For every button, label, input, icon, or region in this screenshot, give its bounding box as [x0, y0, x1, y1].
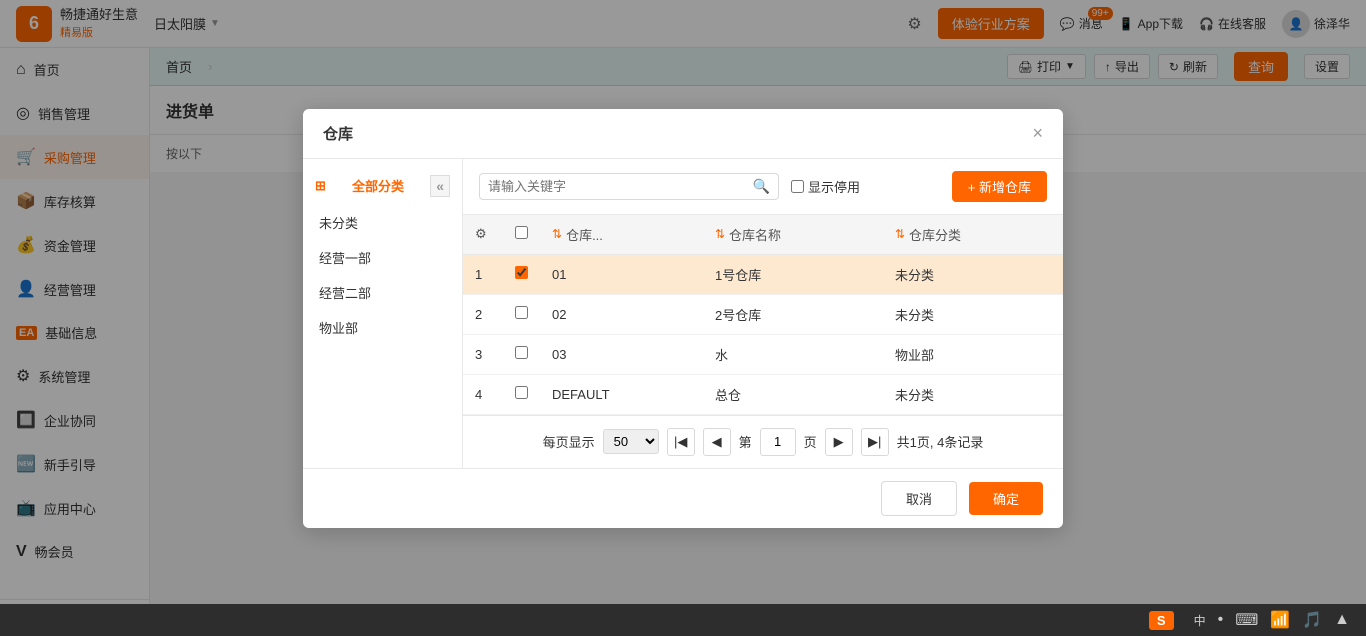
cell-checkbox-1[interactable] [503, 294, 540, 334]
modal-body: ⊞ 全部分类 « 未分类 经营一部 经营二部 物业部 [303, 159, 1063, 468]
sort-icon-name: ⇅ [715, 227, 725, 241]
cell-no-0: 1 [463, 254, 503, 294]
cell-code-0: 01 [540, 254, 703, 294]
category-item-3[interactable]: 物业部 [303, 310, 462, 345]
taskbar: S 中 • ⌨ 📶 🎵 ▲ [0, 604, 1366, 636]
page-label-pre: 第 [739, 432, 752, 451]
cell-name-0: 1号仓库 [703, 254, 883, 294]
cell-name-3: 总仓 [703, 374, 883, 414]
category-item-1[interactable]: 经营一部 [303, 240, 462, 275]
sort-icon-category: ⇅ [895, 227, 905, 241]
cell-checkbox-3[interactable] [503, 374, 540, 414]
show-disabled-text: 显示停用 [808, 177, 860, 196]
confirm-button[interactable]: 确定 [969, 482, 1043, 515]
search-input[interactable] [488, 179, 747, 194]
table-row[interactable]: 3 03 水 物业部 [463, 334, 1063, 374]
page-last-button[interactable]: ▶| [861, 428, 889, 456]
category-grid-icon: ⊞ [315, 178, 326, 194]
category-all-header[interactable]: ⊞ 全部分类 « [303, 167, 462, 205]
pagination: 每页显示 50 100 200 |◀ ◀ 第 页 ▶ ▶| 共1页, 4条记录 [463, 415, 1063, 468]
page-first-button[interactable]: |◀ [667, 428, 695, 456]
warehouse-table: ⚙ ⇅ 仓库... [463, 215, 1063, 415]
warehouse-modal: 仓库 × ⊞ 全部分类 « 未分类 经营一部 经营二部 [303, 109, 1063, 528]
cell-category-2: 物业部 [883, 334, 1063, 374]
cat-label-0: 未分类 [319, 216, 358, 231]
taskbar-lang[interactable]: 中 [1194, 612, 1206, 629]
category-item-2[interactable]: 经营二部 [303, 275, 462, 310]
cell-code-3: DEFAULT [540, 374, 703, 414]
cell-name-1: 2号仓库 [703, 294, 883, 334]
cell-code-2: 03 [540, 334, 703, 374]
cell-no-1: 2 [463, 294, 503, 334]
modal-close-icon[interactable]: × [1032, 123, 1043, 144]
select-all-checkbox[interactable] [515, 226, 528, 239]
sort-icon-code: ⇅ [552, 227, 562, 241]
table-wrap: ⚙ ⇅ 仓库... [463, 215, 1063, 415]
taskbar-dot-icon: • [1218, 611, 1224, 629]
category-panel: ⊞ 全部分类 « 未分类 经营一部 经营二部 物业部 [303, 159, 463, 468]
cat-label-2: 经营二部 [319, 286, 371, 301]
th-code[interactable]: ⇅ 仓库... [540, 215, 703, 255]
cell-category-1: 未分类 [883, 294, 1063, 334]
table-row[interactable]: 4 DEFAULT 总仓 未分类 [463, 374, 1063, 414]
modal-overlay[interactable]: 仓库 × ⊞ 全部分类 « 未分类 经营一部 经营二部 [0, 0, 1366, 636]
cell-code-1: 02 [540, 294, 703, 334]
modal-footer: 取消 确定 [303, 468, 1063, 528]
taskbar-logo: S [1149, 611, 1174, 630]
content-panel: 🔍 显示停用 + 新增仓库 ⚙ [463, 159, 1063, 468]
page-next-button[interactable]: ▶ [825, 428, 853, 456]
th-category[interactable]: ⇅ 仓库分类 [883, 215, 1063, 255]
table-row[interactable]: 1 01 1号仓库 未分类 [463, 254, 1063, 294]
page-prev-button[interactable]: ◀ [703, 428, 731, 456]
cell-category-3: 未分类 [883, 374, 1063, 414]
th-code-sort[interactable]: ⇅ 仓库... [552, 225, 691, 244]
taskbar-keyboard-icon[interactable]: ⌨ [1235, 610, 1258, 630]
th-name-sort[interactable]: ⇅ 仓库名称 [715, 225, 871, 244]
taskbar-volume-icon[interactable]: 🎵 [1302, 610, 1322, 630]
th-category-sort[interactable]: ⇅ 仓库分类 [895, 225, 1051, 244]
page-total-info: 共1页, 4条记录 [897, 432, 984, 451]
modal-header: 仓库 × [303, 109, 1063, 159]
category-item-0[interactable]: 未分类 [303, 205, 462, 240]
cell-no-3: 4 [463, 374, 503, 414]
cell-checkbox-0[interactable] [503, 254, 540, 294]
page-label-post: 页 [804, 432, 817, 451]
show-disabled-label[interactable]: 显示停用 [791, 177, 860, 196]
cat-label-3: 物业部 [319, 321, 358, 336]
search-icon[interactable]: 🔍 [753, 178, 770, 195]
per-page-label: 每页显示 [543, 432, 595, 451]
show-disabled-checkbox[interactable] [791, 180, 804, 193]
category-all-label: 全部分类 [352, 176, 404, 195]
content-toolbar: 🔍 显示停用 + 新增仓库 [463, 159, 1063, 215]
cat-label-1: 经营一部 [319, 251, 371, 266]
page-number-input[interactable] [760, 428, 796, 456]
taskbar-up-icon[interactable]: ▲ [1334, 611, 1350, 629]
cell-category-0: 未分类 [883, 254, 1063, 294]
table-row[interactable]: 2 02 2号仓库 未分类 [463, 294, 1063, 334]
search-box: 🔍 [479, 173, 779, 200]
taskbar-network-icon[interactable]: 📶 [1270, 610, 1290, 630]
th-name[interactable]: ⇅ 仓库名称 [703, 215, 883, 255]
th-settings[interactable]: ⚙ [463, 215, 503, 255]
cell-checkbox-2[interactable] [503, 334, 540, 374]
cell-no-2: 3 [463, 334, 503, 374]
cancel-button[interactable]: 取消 [881, 481, 957, 516]
category-collapse-icon[interactable]: « [430, 175, 450, 197]
cell-name-2: 水 [703, 334, 883, 374]
th-checkbox[interactable] [503, 215, 540, 255]
new-warehouse-button[interactable]: + 新增仓库 [952, 171, 1047, 202]
per-page-select[interactable]: 50 100 200 [603, 429, 659, 454]
modal-title: 仓库 [323, 123, 353, 144]
